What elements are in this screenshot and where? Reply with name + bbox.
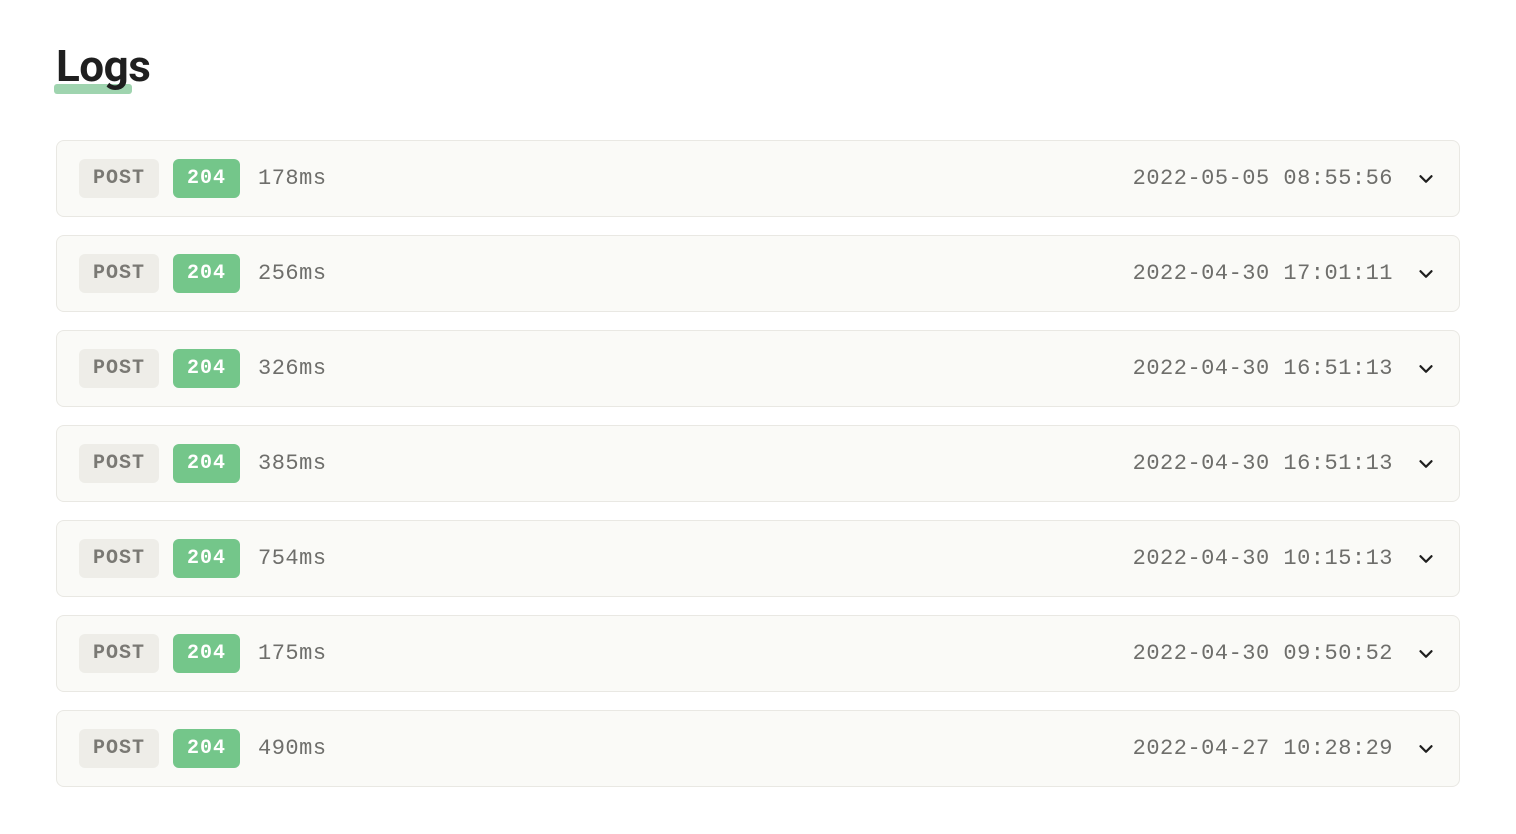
method-badge: POST <box>79 159 159 198</box>
log-row[interactable]: POST 204 175ms 2022-04-30 09:50:52 <box>56 615 1460 692</box>
chevron-down-icon <box>1415 453 1437 475</box>
chevron-down-icon <box>1415 738 1437 760</box>
log-row[interactable]: POST 204 178ms 2022-05-05 08:55:56 <box>56 140 1460 217</box>
log-row[interactable]: POST 204 754ms 2022-04-30 10:15:13 <box>56 520 1460 597</box>
chevron-down-icon <box>1415 548 1437 570</box>
log-list: POST 204 178ms 2022-05-05 08:55:56 POST … <box>56 140 1460 787</box>
page-title: Logs <box>56 40 150 92</box>
chevron-down-icon <box>1415 263 1437 285</box>
status-badge: 204 <box>173 159 240 198</box>
status-badge: 204 <box>173 254 240 293</box>
log-duration: 754ms <box>258 546 327 571</box>
log-row[interactable]: POST 204 385ms 2022-04-30 16:51:13 <box>56 425 1460 502</box>
method-badge: POST <box>79 634 159 673</box>
status-badge: 204 <box>173 729 240 768</box>
log-duration: 256ms <box>258 261 327 286</box>
log-duration: 175ms <box>258 641 327 666</box>
method-badge: POST <box>79 539 159 578</box>
method-badge: POST <box>79 349 159 388</box>
status-badge: 204 <box>173 539 240 578</box>
log-timestamp: 2022-04-30 16:51:13 <box>1133 451 1393 476</box>
method-badge: POST <box>79 444 159 483</box>
status-badge: 204 <box>173 634 240 673</box>
log-duration: 385ms <box>258 451 327 476</box>
log-timestamp: 2022-04-30 16:51:13 <box>1133 356 1393 381</box>
log-row[interactable]: POST 204 326ms 2022-04-30 16:51:13 <box>56 330 1460 407</box>
log-duration: 326ms <box>258 356 327 381</box>
log-timestamp: 2022-05-05 08:55:56 <box>1133 166 1393 191</box>
chevron-down-icon <box>1415 358 1437 380</box>
method-badge: POST <box>79 254 159 293</box>
status-badge: 204 <box>173 349 240 388</box>
log-timestamp: 2022-04-27 10:28:29 <box>1133 736 1393 761</box>
log-duration: 178ms <box>258 166 327 191</box>
log-row[interactable]: POST 204 256ms 2022-04-30 17:01:11 <box>56 235 1460 312</box>
chevron-down-icon <box>1415 168 1437 190</box>
log-timestamp: 2022-04-30 10:15:13 <box>1133 546 1393 571</box>
log-duration: 490ms <box>258 736 327 761</box>
log-row[interactable]: POST 204 490ms 2022-04-27 10:28:29 <box>56 710 1460 787</box>
status-badge: 204 <box>173 444 240 483</box>
log-timestamp: 2022-04-30 09:50:52 <box>1133 641 1393 666</box>
method-badge: POST <box>79 729 159 768</box>
log-timestamp: 2022-04-30 17:01:11 <box>1133 261 1393 286</box>
chevron-down-icon <box>1415 643 1437 665</box>
